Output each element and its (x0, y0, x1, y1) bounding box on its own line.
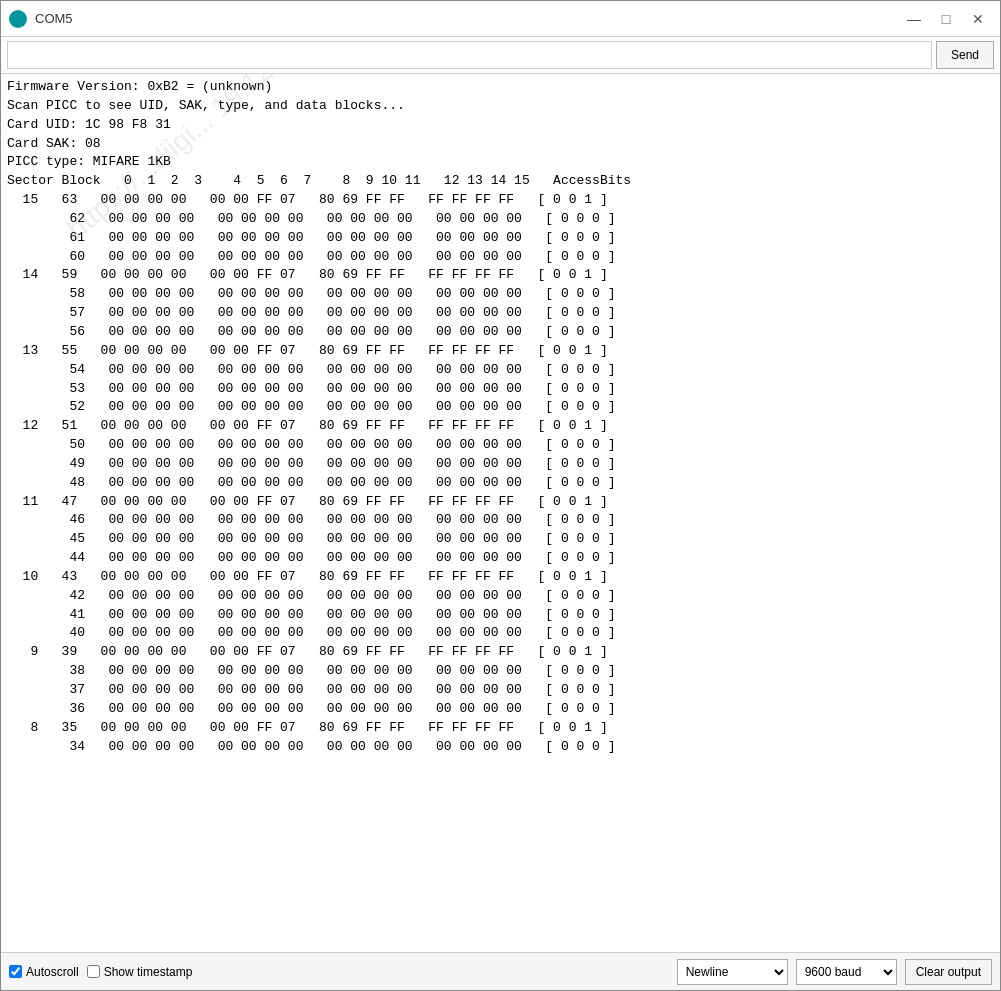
send-button[interactable]: Send (936, 41, 994, 69)
timestamp-text: Show timestamp (104, 965, 193, 979)
main-window: COM5 — □ ✕ Send https://...diigi... 19:1… (0, 0, 1001, 991)
serial-line: PICC type: MIFARE 1KB (7, 153, 994, 172)
send-input[interactable] (7, 41, 932, 69)
serial-line: 9 39 00 00 00 00 00 00 FF 07 80 69 FF FF… (7, 643, 994, 662)
serial-line: 38 00 00 00 00 00 00 00 00 00 00 00 00 0… (7, 662, 994, 681)
close-button[interactable]: ✕ (964, 6, 992, 32)
output-lines: Firmware Version: 0xB2 = (unknown)Scan P… (7, 78, 994, 756)
autoscroll-label[interactable]: Autoscroll (9, 965, 79, 979)
window-title: COM5 (35, 11, 900, 26)
serial-line: 13 55 00 00 00 00 00 00 FF 07 80 69 FF F… (7, 342, 994, 361)
newline-select[interactable]: No line endingNewlineCarriage returnBoth… (677, 959, 788, 985)
serial-line: 54 00 00 00 00 00 00 00 00 00 00 00 00 0… (7, 361, 994, 380)
serial-line: 60 00 00 00 00 00 00 00 00 00 00 00 00 0… (7, 248, 994, 267)
serial-line: Firmware Version: 0xB2 = (unknown) (7, 78, 994, 97)
serial-line: 12 51 00 00 00 00 00 00 FF 07 80 69 FF F… (7, 417, 994, 436)
title-bar: COM5 — □ ✕ (1, 1, 1000, 37)
serial-line: 45 00 00 00 00 00 00 00 00 00 00 00 00 0… (7, 530, 994, 549)
serial-line: 42 00 00 00 00 00 00 00 00 00 00 00 00 0… (7, 587, 994, 606)
serial-line: Card UID: 1C 98 F8 31 (7, 116, 994, 135)
serial-line: 36 00 00 00 00 00 00 00 00 00 00 00 00 0… (7, 700, 994, 719)
serial-line: 62 00 00 00 00 00 00 00 00 00 00 00 00 0… (7, 210, 994, 229)
serial-line: 44 00 00 00 00 00 00 00 00 00 00 00 00 0… (7, 549, 994, 568)
status-bar: Autoscroll Show timestamp No line ending… (1, 952, 1000, 990)
serial-line: Sector Block 0 1 2 3 4 5 6 7 8 9 10 11 1… (7, 172, 994, 191)
serial-line: 10 43 00 00 00 00 00 00 FF 07 80 69 FF F… (7, 568, 994, 587)
app-icon (9, 10, 27, 28)
serial-line: 52 00 00 00 00 00 00 00 00 00 00 00 00 0… (7, 398, 994, 417)
serial-line: 15 63 00 00 00 00 00 00 FF 07 80 69 FF F… (7, 191, 994, 210)
serial-line: Card SAK: 08 (7, 135, 994, 154)
serial-line: 61 00 00 00 00 00 00 00 00 00 00 00 00 0… (7, 229, 994, 248)
serial-line: 14 59 00 00 00 00 00 00 FF 07 80 69 FF F… (7, 266, 994, 285)
serial-output: https://...diigi... 19:12 Firmware Versi… (1, 74, 1000, 952)
minimize-button[interactable]: — (900, 6, 928, 32)
serial-line: 57 00 00 00 00 00 00 00 00 00 00 00 00 0… (7, 304, 994, 323)
serial-line: 50 00 00 00 00 00 00 00 00 00 00 00 00 0… (7, 436, 994, 455)
serial-line: 46 00 00 00 00 00 00 00 00 00 00 00 00 0… (7, 511, 994, 530)
serial-line: 56 00 00 00 00 00 00 00 00 00 00 00 00 0… (7, 323, 994, 342)
serial-line: 49 00 00 00 00 00 00 00 00 00 00 00 00 0… (7, 455, 994, 474)
timestamp-label[interactable]: Show timestamp (87, 965, 193, 979)
serial-line: 53 00 00 00 00 00 00 00 00 00 00 00 00 0… (7, 380, 994, 399)
maximize-button[interactable]: □ (932, 6, 960, 32)
window-controls: — □ ✕ (900, 6, 992, 32)
serial-line: 40 00 00 00 00 00 00 00 00 00 00 00 00 0… (7, 624, 994, 643)
clear-output-button[interactable]: Clear output (905, 959, 992, 985)
autoscroll-checkbox[interactable] (9, 965, 22, 978)
baud-select[interactable]: 300 baud1200 baud2400 baud4800 baud9600 … (796, 959, 897, 985)
serial-line: 11 47 00 00 00 00 00 00 FF 07 80 69 FF F… (7, 493, 994, 512)
autoscroll-text: Autoscroll (26, 965, 79, 979)
timestamp-checkbox[interactable] (87, 965, 100, 978)
serial-line: 58 00 00 00 00 00 00 00 00 00 00 00 00 0… (7, 285, 994, 304)
send-bar: Send (1, 37, 1000, 74)
serial-line: 8 35 00 00 00 00 00 00 FF 07 80 69 FF FF… (7, 719, 994, 738)
serial-line: 34 00 00 00 00 00 00 00 00 00 00 00 00 0… (7, 738, 994, 757)
serial-line: 48 00 00 00 00 00 00 00 00 00 00 00 00 0… (7, 474, 994, 493)
serial-line: 37 00 00 00 00 00 00 00 00 00 00 00 00 0… (7, 681, 994, 700)
serial-line: Scan PICC to see UID, SAK, type, and dat… (7, 97, 994, 116)
serial-line: 41 00 00 00 00 00 00 00 00 00 00 00 00 0… (7, 606, 994, 625)
